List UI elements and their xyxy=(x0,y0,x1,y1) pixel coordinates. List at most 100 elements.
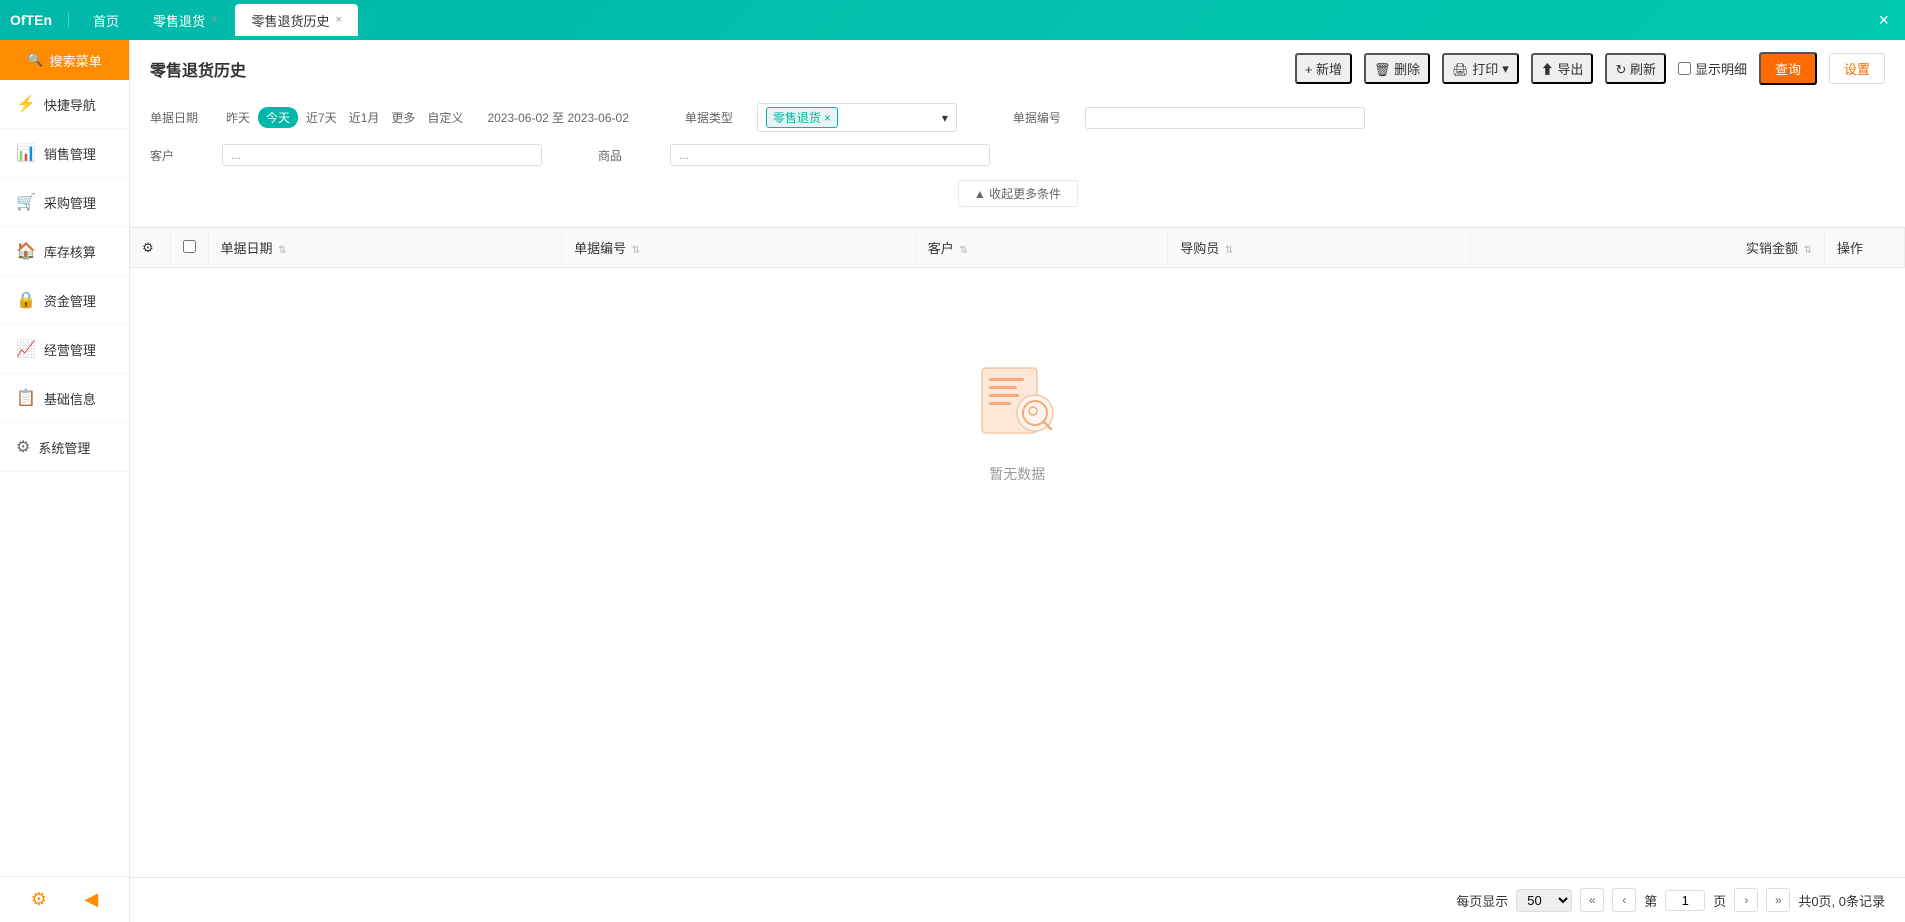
voucher-type-tag[interactable]: 零售退货 × xyxy=(766,107,838,128)
sidebar-item-finance[interactable]: 🔒 资金管理 xyxy=(0,276,129,325)
toolbar: + 新增 🗑 删除 🖨 打印 ▾ ⬆ 导出 ↻ 刷新 xyxy=(1295,52,1885,85)
export-button[interactable]: ⬆ 导出 xyxy=(1531,53,1594,84)
voucher-type-filter-label: 单据类型 xyxy=(685,109,741,126)
tab-retail-return-history-close[interactable]: × xyxy=(335,14,341,26)
voucher-number-input[interactable] xyxy=(1085,107,1365,129)
sidebar-item-finance-label: 资金管理 xyxy=(44,291,96,310)
voucher-type-select[interactable]: 零售退货 × ▾ xyxy=(757,103,957,132)
col-settings-icon[interactable]: ⚙ xyxy=(142,240,154,255)
data-table: ⚙ 单据日期 ⇅ 单据编号 ⇅ xyxy=(130,228,1905,564)
tab-retail-return-close[interactable]: × xyxy=(211,14,217,26)
goods-ellipsis[interactable]: ... xyxy=(679,148,689,162)
system-mgmt-icon: ⚙ xyxy=(16,437,30,457)
customer-filter-label: 客户 xyxy=(150,147,206,164)
delete-button[interactable]: 🗑 删除 xyxy=(1364,53,1430,84)
goods-select[interactable]: ... xyxy=(670,144,990,166)
page-number-input[interactable] xyxy=(1665,890,1705,911)
collapse-sidebar-icon[interactable]: ◀ xyxy=(84,889,98,910)
col-settings[interactable]: ⚙ xyxy=(130,228,170,268)
sidebar-search-label: 搜索菜单 xyxy=(50,51,102,70)
col-customer-sort-icon: ⇅ xyxy=(959,245,967,256)
page-title-row: 零售退货历史 + 新增 🗑 删除 🖨 打印 ▾ ⬆ 导出 xyxy=(150,52,1885,85)
tab-retail-return-history[interactable]: 零售退货历史 × xyxy=(235,4,357,36)
col-guide-label: 导购员 xyxy=(1180,241,1219,256)
empty-text: 暂无数据 xyxy=(989,464,1045,484)
date-filter-label: 单据日期 xyxy=(150,109,206,126)
tab-home[interactable]: 首页 xyxy=(77,4,135,36)
sidebar-item-basic-info-label: 基础信息 xyxy=(44,389,96,408)
customer-select[interactable]: ... xyxy=(222,144,542,166)
quick-nav-icon: ⚡ xyxy=(16,94,36,114)
print-button[interactable]: 🖨 打印 ▾ xyxy=(1442,53,1519,84)
col-amount-sort-icon: ⇅ xyxy=(1804,245,1812,256)
sidebar-item-system-mgmt[interactable]: ⚙ 系统管理 xyxy=(0,423,129,472)
customer-ellipsis[interactable]: ... xyxy=(231,148,241,162)
filter-row-customer: 客户 ... 商品 ... xyxy=(150,138,1885,172)
export-button-label: ⬆ 导出 xyxy=(1541,59,1584,78)
sidebar: 🔍 搜索菜单 ⚡ 快捷导航 📊 销售管理 🛒 采购管理 🏠 库存核算 🔒 资金管… xyxy=(0,40,130,922)
date-opt-1month[interactable]: 近1月 xyxy=(345,107,384,128)
voucher-type-tag-close[interactable]: × xyxy=(824,111,831,125)
topbar-right: × xyxy=(1872,8,1895,33)
collapse-filter-button[interactable]: ▲ 收起更多条件 xyxy=(958,180,1078,207)
refresh-button[interactable]: ↻ 刷新 xyxy=(1605,53,1666,84)
per-page-select[interactable]: 20 50 100 200 xyxy=(1516,889,1572,912)
date-opt-more[interactable]: 更多 xyxy=(387,107,419,128)
col-checkbox[interactable] xyxy=(170,228,208,268)
query-button[interactable]: 查询 xyxy=(1759,52,1817,85)
voucher-number-filter-label: 单据编号 xyxy=(1013,109,1069,126)
show-detail-label: 显示明细 xyxy=(1695,59,1747,78)
col-guide[interactable]: 导购员 ⇅ xyxy=(1168,228,1471,268)
print-button-label: 🖨 打印 xyxy=(1452,59,1498,78)
first-page-button[interactable]: « xyxy=(1580,888,1604,912)
tab-retail-return[interactable]: 零售退货 × xyxy=(137,4,233,36)
col-customer[interactable]: 客户 ⇅ xyxy=(915,228,1168,268)
print-dropdown-icon[interactable]: ▾ xyxy=(1502,61,1509,77)
window-close-button[interactable]: × xyxy=(1872,8,1895,33)
sidebar-item-inventory[interactable]: 🏠 库存核算 xyxy=(0,227,129,276)
sidebar-search[interactable]: 🔍 搜索菜单 xyxy=(0,40,129,80)
goods-filter-label: 商品 xyxy=(598,147,654,164)
sidebar-item-basic-info[interactable]: 📋 基础信息 xyxy=(0,374,129,423)
next-page-button[interactable]: › xyxy=(1734,888,1758,912)
date-options: 昨天 今天 近7天 近1月 更多 自定义 xyxy=(222,107,467,128)
show-detail-check[interactable]: 显示明细 xyxy=(1678,59,1747,78)
col-date-label: 单据日期 xyxy=(221,241,273,256)
col-number[interactable]: 单据编号 ⇅ xyxy=(562,228,916,268)
empty-cell: 暂无数据 xyxy=(130,268,1905,565)
per-page-label: 每页显示 xyxy=(1456,891,1508,910)
basic-info-icon: 📋 xyxy=(16,388,36,408)
date-opt-custom[interactable]: 自定义 xyxy=(423,107,467,128)
new-button[interactable]: + 新增 xyxy=(1295,53,1352,84)
date-opt-yesterday[interactable]: 昨天 xyxy=(222,107,254,128)
table-container: ⚙ 单据日期 ⇅ 单据编号 ⇅ xyxy=(130,228,1905,877)
date-range-value: 2023-06-02 至 2023-06-02 xyxy=(487,109,628,126)
sidebar-item-operations-label: 经营管理 xyxy=(44,340,96,359)
col-amount[interactable]: 实销金额 ⇅ xyxy=(1471,228,1825,268)
sales-mgmt-icon: 📊 xyxy=(16,143,36,163)
settings-button-label: 设置 xyxy=(1844,59,1870,78)
sidebar-item-sales-mgmt[interactable]: 📊 销售管理 xyxy=(0,129,129,178)
page-title: 零售退货历史 xyxy=(150,57,246,81)
col-date[interactable]: 单据日期 ⇅ xyxy=(208,228,562,268)
last-page-button[interactable]: » xyxy=(1766,888,1790,912)
empty-area: 暂无数据 xyxy=(130,268,1905,564)
date-opt-today[interactable]: 今天 xyxy=(258,107,298,128)
sidebar-item-quick-nav[interactable]: ⚡ 快捷导航 xyxy=(0,80,129,129)
sidebar-item-system-mgmt-label: 系统管理 xyxy=(38,438,90,457)
date-opt-7days[interactable]: 近7天 xyxy=(302,107,341,128)
show-detail-checkbox[interactable] xyxy=(1678,62,1691,75)
pagination-bar: 每页显示 20 50 100 200 « ‹ 第 页 › » 共0页, 0条记录 xyxy=(130,877,1905,922)
voucher-type-dropdown-icon[interactable]: ▾ xyxy=(942,111,948,125)
sidebar-item-purchase-mgmt[interactable]: 🛒 采购管理 xyxy=(0,178,129,227)
sidebar-item-operations[interactable]: 📈 经营管理 xyxy=(0,325,129,374)
settings-button[interactable]: 设置 xyxy=(1829,53,1885,84)
col-number-sort-icon: ⇅ xyxy=(632,245,640,256)
total-text: 共0页, 0条记录 xyxy=(1798,891,1885,910)
sidebar-bottom: ⚙ ◀ xyxy=(0,876,129,922)
tab-home-label: 首页 xyxy=(93,11,119,30)
settings-icon[interactable]: ⚙ xyxy=(31,889,47,910)
empty-illustration xyxy=(967,348,1067,448)
select-all-checkbox[interactable] xyxy=(183,240,196,253)
prev-page-button[interactable]: ‹ xyxy=(1612,888,1636,912)
